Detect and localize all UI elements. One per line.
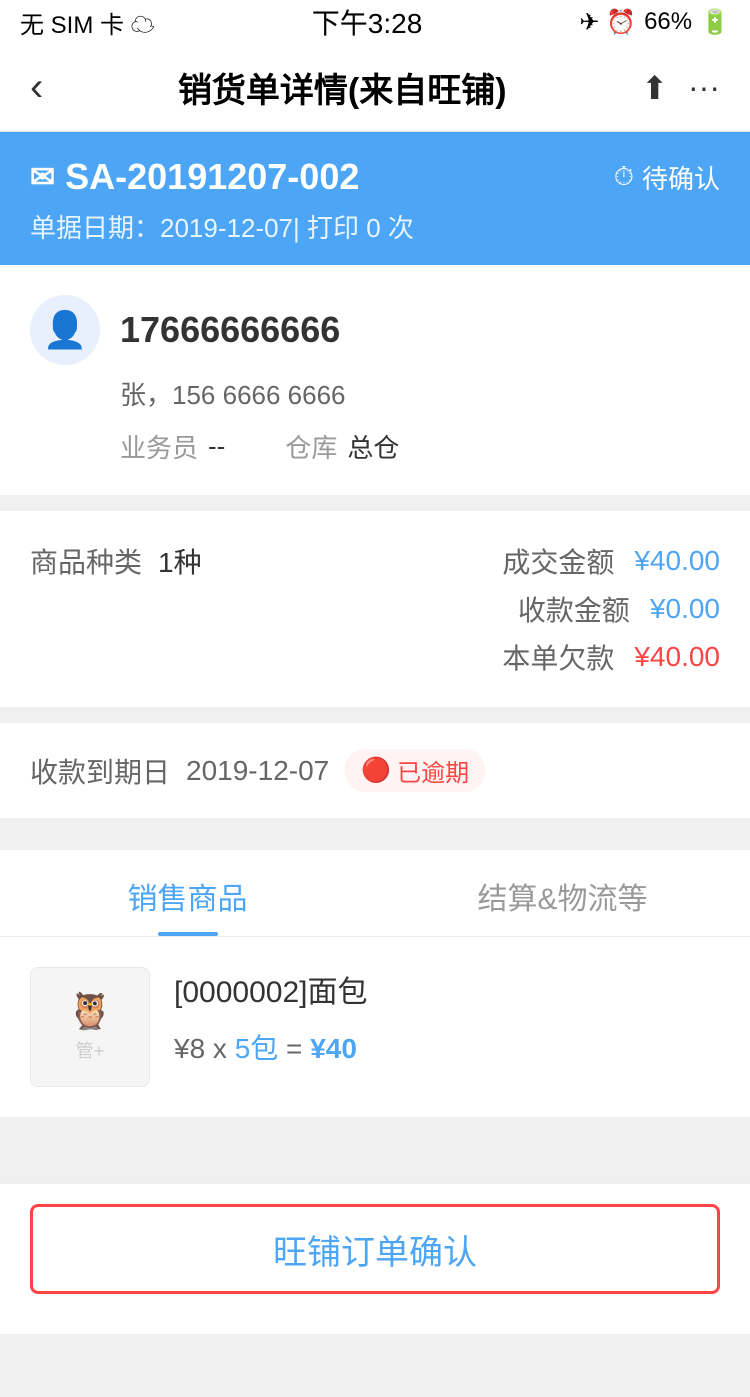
tab-sales-products[interactable]: 销售商品 (0, 850, 375, 936)
sales-value: -- (208, 431, 225, 462)
order-header: ✉ SA-20191207-002 ⏱ 待确认 单据日期：2019-12-07|… (0, 132, 750, 265)
deal-amount-label: 成交金额 (502, 541, 614, 581)
battery-icon: 🔋 (700, 8, 730, 37)
customer-name: 张，156 6666 6666 (120, 375, 720, 412)
tab-bar: 销售商品 结算&物流等 (0, 850, 750, 937)
sales-meta: 业务员 -- (120, 428, 225, 465)
due-date-section: 收款到期日 2019-12-07 🔴 已逾期 (0, 723, 750, 818)
bottom-bar: 旺铺订单确认 (0, 1183, 750, 1334)
product-section: 🦉 管+ [0000002]面包 ¥8 x 5包 = ¥40 (0, 937, 750, 1117)
section-divider (0, 834, 750, 850)
product-type: 商品种类 1种 (30, 541, 202, 581)
overdue-icon: 🔴 (361, 756, 391, 785)
product-thumb-inner: 🦉 管+ (68, 990, 113, 1064)
type-value: 1种 (158, 541, 202, 581)
avatar: 👤 (30, 295, 100, 365)
page-title: 销货单详情(来自旺铺) (178, 63, 507, 112)
customer-meta: 业务员 -- 仓库 总仓 (120, 428, 720, 465)
signal-icon: ✈ ⏰ (579, 8, 636, 37)
order-date-row: 单据日期：2019-12-07| 打印 0 次 (30, 208, 720, 245)
product-total: ¥40 (310, 1033, 357, 1064)
share-icon[interactable]: ⬆ (641, 69, 668, 107)
received-amount-value: ¥0.00 (650, 593, 720, 625)
deal-amount-row: 成交金额 ¥40.00 (502, 541, 720, 581)
warehouse-meta: 仓库 总仓 (285, 428, 399, 465)
status-right: ✈ ⏰ 66% 🔋 (579, 8, 730, 37)
customer-section: 👤 17666666666 张，156 6666 6666 业务员 -- 仓库 … (0, 265, 750, 495)
owed-amount-row: 本单欠款 ¥40.00 (502, 637, 720, 677)
order-id: ✉ SA-20191207-002 (30, 156, 359, 198)
type-label: 商品种类 (30, 541, 142, 581)
status-clock-icon: ⏱ (614, 161, 634, 193)
product-info: [0000002]面包 ¥8 x 5包 = ¥40 (174, 967, 720, 1067)
product-qty: 5包 (235, 1033, 279, 1064)
overdue-badge: 🔴 已逾期 (345, 749, 485, 792)
confirm-order-button[interactable]: 旺铺订单确认 (30, 1204, 720, 1294)
product-thumbnail: 🦉 管+ (30, 967, 150, 1087)
customer-phone: 17666666666 (120, 309, 340, 351)
product-price-row: ¥8 x 5包 = ¥40 (174, 1027, 720, 1067)
amount-summary: 成交金额 ¥40.00 收款金额 ¥0.00 本单欠款 ¥40.00 (502, 541, 720, 677)
order-id-row: ✉ SA-20191207-002 ⏱ 待确认 (30, 156, 720, 198)
received-amount-row: 收款金额 ¥0.00 (518, 589, 720, 629)
battery-level: 66% (644, 8, 692, 36)
sales-label: 业务员 (120, 428, 198, 465)
product-logo-text: 管+ (76, 1041, 105, 1061)
back-button[interactable]: ‹ (30, 65, 43, 110)
status-time: 下午3:28 (312, 2, 423, 42)
product-name: [0000002]面包 (174, 967, 720, 1011)
status-left: 无 SIM 卡 ☁ (20, 5, 155, 40)
deal-amount-value: ¥40.00 (634, 545, 720, 577)
more-icon[interactable]: ··· (688, 69, 720, 106)
warehouse-label: 仓库 (285, 428, 337, 465)
nav-bar: ‹ 销货单详情(来自旺铺) ⬆ ··· (0, 44, 750, 132)
sim-status: 无 SIM 卡 ☁ (20, 5, 155, 40)
status-bar: 无 SIM 卡 ☁ 下午3:28 ✈ ⏰ 66% 🔋 (0, 0, 750, 44)
nav-actions: ⬆ ··· (641, 69, 720, 107)
received-amount-label: 收款金额 (518, 589, 630, 629)
customer-row: 👤 17666666666 (30, 295, 720, 365)
summary-section: 商品种类 1种 成交金额 ¥40.00 收款金额 ¥0.00 本单欠款 ¥40.… (0, 511, 750, 707)
equals-sign: = (278, 1033, 310, 1064)
due-date: 2019-12-07 (186, 755, 329, 787)
order-icon: ✉ (30, 160, 55, 195)
product-logo-icon: 🦉 (68, 990, 113, 1032)
due-label: 收款到期日 (30, 751, 170, 791)
overdue-text: 已逾期 (397, 753, 469, 788)
warehouse-value: 总仓 (347, 428, 399, 465)
owed-amount-label: 本单欠款 (502, 637, 614, 677)
tab-settlement[interactable]: 结算&物流等 (375, 850, 750, 936)
product-price: ¥8 x (174, 1033, 235, 1064)
order-status: ⏱ 待确认 (614, 159, 720, 196)
owed-amount-value: ¥40.00 (634, 641, 720, 673)
